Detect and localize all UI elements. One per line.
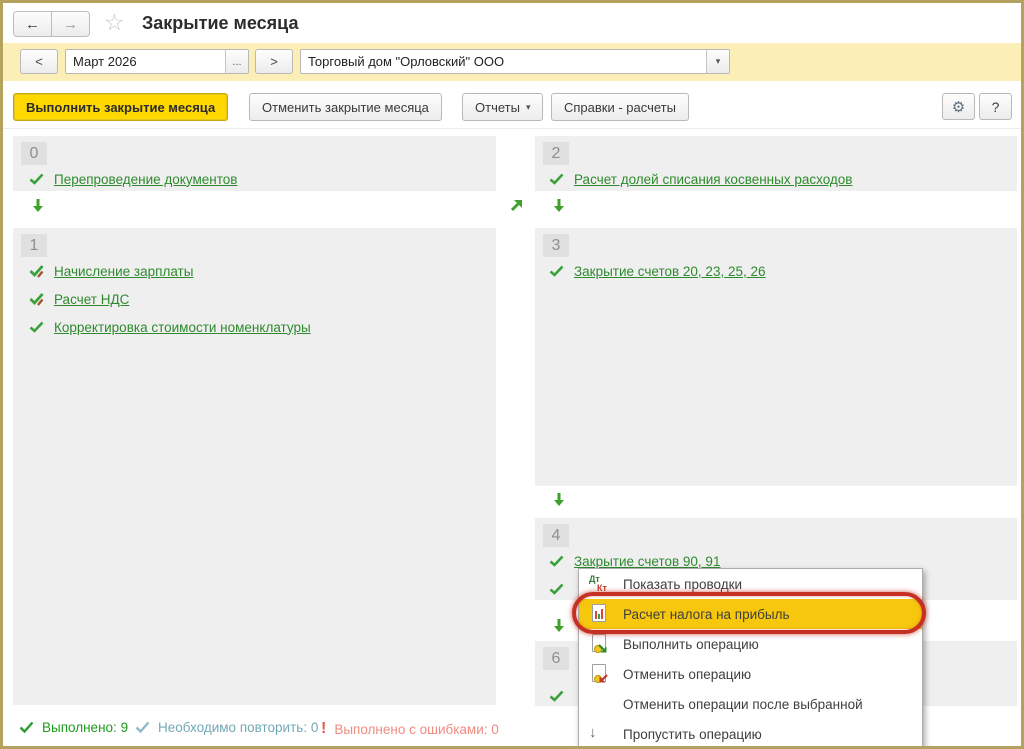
back-arrow-icon: ←: [25, 15, 40, 33]
stage-block-0: 0 Перепроведение документов: [13, 136, 496, 191]
operation-link[interactable]: Закрытие счетов 90, 91: [574, 554, 720, 569]
certificates-button[interactable]: Справки - расчеты: [551, 93, 689, 121]
status-repeat-count: 0: [310, 720, 319, 735]
skip-icon: ↓: [589, 724, 597, 741]
check-icon: [549, 582, 564, 596]
menu-item-label: Отменить операции после выбранной: [623, 696, 863, 712]
check-icon: [29, 172, 44, 186]
check-icon: [19, 721, 34, 734]
check-edited-icon: [29, 292, 44, 306]
stage-block-3: 3 Закрытие счетов 20, 23, 25, 26: [535, 228, 1017, 486]
operation-link[interactable]: Начисление зарплаты: [54, 264, 193, 279]
down-arrow-icon: [554, 493, 564, 506]
check-icon: [29, 320, 44, 334]
stage-item: Расчет долей списания косвенных расходов: [549, 169, 1017, 189]
forward-arrow-icon: →: [63, 15, 78, 33]
check-icon: [549, 554, 564, 568]
operation-link[interactable]: Расчет НДС: [54, 292, 129, 307]
stage-block-1: 1 Начисление зарплаты Расчет НДС Коррект…: [13, 228, 496, 705]
prev-period-button[interactable]: <: [20, 49, 58, 74]
check-icon: [549, 689, 564, 703]
period-value: Март 2026: [73, 54, 137, 69]
menu-item-cancel-operation[interactable]: Отменить операцию: [579, 659, 922, 689]
organization-select[interactable]: Торговый дом "Орловский" ООО ▾: [300, 49, 730, 74]
stage-item: Начисление зарплаты: [29, 261, 496, 281]
status-errors-label: Выполнено с ошибками:: [334, 721, 488, 737]
menu-item-cancel-following[interactable]: Отменить операции после выбранной: [579, 689, 922, 719]
down-arrow-icon: [33, 199, 43, 212]
menu-item-run-operation[interactable]: Выполнить операцию: [579, 629, 922, 659]
menu-item-label: Расчет налога на прибыль: [623, 606, 790, 622]
stage-number: 4: [543, 524, 569, 547]
stage-item: Перепроведение документов: [29, 169, 496, 189]
period-field[interactable]: Март 2026 ...: [65, 49, 249, 74]
operation-link[interactable]: Закрытие счетов 20, 23, 25, 26: [574, 264, 766, 279]
context-menu: Дт Кт Показать проводки Расчет налога на …: [578, 568, 923, 746]
down-arrow-icon: [554, 199, 564, 212]
check-edited-icon: [29, 264, 44, 278]
status-errors: ! Выполнено с ошибками: 0: [321, 720, 499, 738]
menu-item-skip-operation[interactable]: ↓ Пропустить операцию: [579, 719, 922, 746]
gear-icon: ⚙: [951, 98, 966, 116]
menu-item-label: Выполнить операцию: [623, 636, 759, 652]
reports-button-label: Отчеты: [475, 99, 520, 115]
diagonal-arrow-icon: [510, 200, 522, 212]
down-arrow-icon: [554, 619, 564, 632]
status-done: Выполнено: 9: [19, 720, 128, 735]
organization-dropdown-icon[interactable]: ▾: [706, 50, 729, 73]
stage-number: 1: [21, 234, 47, 257]
back-button[interactable]: ←: [13, 11, 52, 37]
status-done-count: 9: [120, 720, 129, 735]
cancel-closing-button[interactable]: Отменить закрытие месяца: [249, 93, 442, 121]
menu-item-label: Отменить операцию: [623, 666, 752, 682]
forward-button[interactable]: →: [51, 11, 90, 37]
stage-number: 0: [21, 142, 47, 165]
status-repeat-label: Необходимо повторить:: [158, 720, 308, 735]
menu-item-income-tax[interactable]: Расчет налога на прибыль: [579, 599, 922, 629]
status-done-label: Выполнено:: [42, 720, 117, 735]
run-closing-button[interactable]: Выполнить закрытие месяца: [13, 93, 229, 121]
next-period-button[interactable]: >: [255, 49, 293, 74]
stage-item: Расчет НДС: [29, 289, 496, 309]
stage-number: 2: [543, 142, 569, 165]
help-button[interactable]: ?: [979, 93, 1012, 120]
run-operation-icon: [589, 634, 613, 654]
favorite-star-icon[interactable]: ☆: [104, 9, 125, 35]
reports-caret-icon: ▾: [525, 101, 531, 112]
operation-link[interactable]: Перепроведение документов: [54, 172, 237, 187]
menu-item-label: Показать проводки: [623, 576, 743, 592]
month-closing-window: ← → ☆ Закрытие месяца < Март 2026 ... > …: [0, 0, 1024, 749]
check-icon: [549, 264, 564, 278]
dtkt-icon: Дт Кт: [589, 574, 607, 593]
operation-link[interactable]: Расчет долей списания косвенных расходов: [574, 172, 852, 187]
status-errors-count: 0: [491, 721, 499, 737]
stage-block-2: 2 Расчет долей списания косвенных расход…: [535, 136, 1017, 191]
check-muted-icon: [135, 721, 150, 734]
stage-number: 6: [543, 647, 569, 670]
settings-button[interactable]: ⚙: [942, 93, 975, 120]
period-bar: < Март 2026 ... > Торговый дом "Орловски…: [3, 43, 1021, 109]
status-repeat: Необходимо повторить: 0: [135, 720, 318, 735]
stage-item: Корректировка стоимости номенклатуры: [29, 317, 496, 337]
toolbar: Выполнить закрытие месяца Отменить закры…: [3, 81, 1021, 129]
reports-button[interactable]: Отчеты ▾: [462, 93, 544, 121]
no-icon: [589, 694, 613, 714]
operation-link[interactable]: Корректировка стоимости номенклатуры: [54, 320, 311, 335]
report-icon: [589, 604, 613, 624]
cancel-operation-icon: [589, 664, 613, 684]
period-more-button[interactable]: ...: [225, 50, 248, 73]
menu-item-label: Пропустить операцию: [623, 726, 762, 742]
menu-item-show-postings[interactable]: Дт Кт Показать проводки: [579, 569, 922, 599]
nav-buttons: ← →: [13, 11, 90, 37]
stage-number: 3: [543, 234, 569, 257]
exclamation-icon: !: [321, 720, 327, 737]
titlebar: ← → ☆ Закрытие месяца: [3, 3, 1021, 43]
check-icon: [549, 172, 564, 186]
page-title: Закрытие месяца: [142, 13, 299, 33]
organization-value: Торговый дом "Орловский" ООО: [308, 54, 505, 69]
stage-item: Закрытие счетов 20, 23, 25, 26: [549, 261, 1017, 281]
